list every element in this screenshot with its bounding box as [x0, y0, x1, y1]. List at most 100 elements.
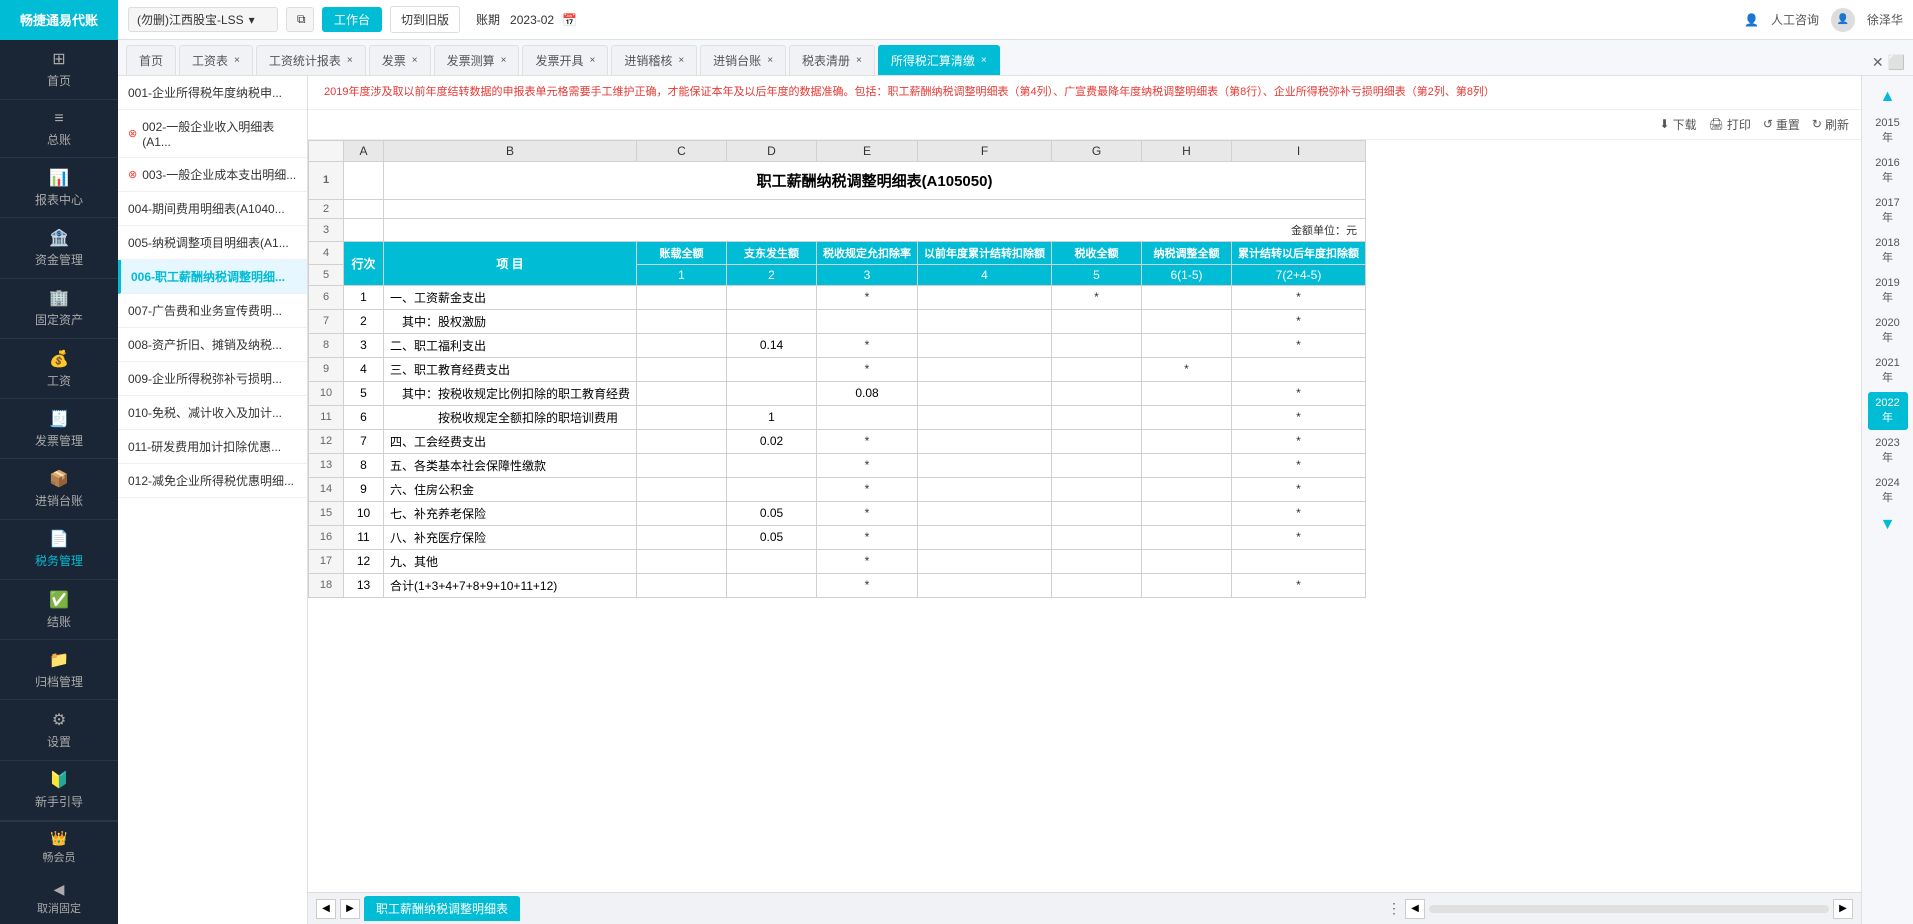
sidebar-item-fixed-assets[interactable]: 🏢 固定资产	[0, 279, 118, 339]
sidebar-item-tax-mgmt[interactable]: 📄 税务管理	[0, 520, 118, 580]
f-8[interactable]	[918, 453, 1052, 477]
sidebar-item-settle[interactable]: ✅ 结账	[0, 580, 118, 640]
year-up-arrow[interactable]: ▲	[1876, 84, 1900, 110]
sidebar-item-asset-mgmt[interactable]: 🏦 资金管理	[0, 218, 118, 278]
c-3[interactable]	[637, 333, 727, 357]
bottom-options-icon[interactable]: ⋮	[1387, 900, 1401, 917]
d-6[interactable]: 1	[727, 405, 817, 429]
bottom-nav-left[interactable]: ◀	[316, 899, 336, 919]
workspace-btn[interactable]: 工作台	[322, 7, 382, 32]
g-4[interactable]	[1052, 357, 1142, 381]
cancel-fixed-btn[interactable]: ◀ 取消固定	[0, 873, 118, 924]
f-7[interactable]	[918, 429, 1052, 453]
g-10[interactable]	[1052, 501, 1142, 525]
tab-payroll-stats-close[interactable]: ×	[347, 55, 353, 66]
company-selector[interactable]: (勿删)江西股宝-LSS ▾	[128, 7, 278, 32]
f-5[interactable]	[918, 381, 1052, 405]
left-panel-item-011[interactable]: 011-研发费用加计扣除优惠...	[118, 430, 307, 464]
left-panel-item-008[interactable]: 008-资产折旧、摊销及纳税...	[118, 328, 307, 362]
label-13[interactable]: 合计(1+3+4+7+8+9+10+11+12)	[384, 573, 637, 597]
year-2023[interactable]: 2023年	[1868, 432, 1908, 470]
sheet-scroll[interactable]: A B C D E F G H I	[308, 140, 1861, 893]
tab-purchase-ledger[interactable]: 进销台账 ×	[700, 45, 786, 75]
d-4[interactable]	[727, 357, 817, 381]
year-2024[interactable]: 2024年	[1868, 472, 1908, 510]
d-9[interactable]	[727, 477, 817, 501]
bottom-scroll-right[interactable]: ▶	[1833, 899, 1853, 919]
sidebar-item-member[interactable]: 👑 畅会员	[0, 822, 118, 873]
sidebar-item-purchase-sales[interactable]: 📦 进销台账	[0, 459, 118, 519]
year-2015[interactable]: 2015年	[1868, 112, 1908, 150]
d-7[interactable]: 0.02	[727, 429, 817, 453]
d-13[interactable]	[727, 573, 817, 597]
tab-invoice-open[interactable]: 发票开具 ×	[522, 45, 608, 75]
tab-payroll-close[interactable]: ×	[234, 55, 240, 66]
h-9[interactable]	[1142, 477, 1232, 501]
tab-purchase-verify-close[interactable]: ×	[678, 55, 684, 66]
i-4[interactable]	[1232, 357, 1366, 381]
c-5[interactable]	[637, 381, 727, 405]
h-5[interactable]	[1142, 381, 1232, 405]
g-6[interactable]	[1052, 405, 1142, 429]
tab-tax-clear[interactable]: 税表清册 ×	[789, 45, 875, 75]
f-12[interactable]	[918, 549, 1052, 573]
left-panel-item-002[interactable]: ⊗ 002-一般企业收入明细表(A1...	[118, 110, 307, 158]
sidebar-item-home[interactable]: ⊞ 首页	[0, 40, 118, 100]
d-11[interactable]: 0.05	[727, 525, 817, 549]
left-panel-item-007[interactable]: 007-广告费和业务宣传费明...	[118, 294, 307, 328]
sidebar-item-settings[interactable]: ⚙ 设置	[0, 700, 118, 760]
e-5[interactable]: 0.08	[817, 381, 918, 405]
f-11[interactable]	[918, 525, 1052, 549]
tab-home[interactable]: 首页	[126, 45, 176, 75]
label-11[interactable]: 八、补充医疗保险	[384, 525, 637, 549]
label-4[interactable]: 三、职工教育经费支出	[384, 357, 637, 381]
year-2018[interactable]: 2018年	[1868, 232, 1908, 270]
h-13[interactable]	[1142, 573, 1232, 597]
tab-payroll[interactable]: 工资表 ×	[179, 45, 253, 75]
label-1[interactable]: 一、工资薪金支出	[384, 285, 637, 309]
tab-close-all-icon[interactable]: ✕	[1872, 54, 1884, 71]
f-13[interactable]	[918, 573, 1052, 597]
bottom-tab-item[interactable]: 职工薪酬纳税调整明细表	[364, 896, 520, 921]
c-8[interactable]	[637, 453, 727, 477]
d-12[interactable]	[727, 549, 817, 573]
h-2[interactable]	[1142, 309, 1232, 333]
h-12[interactable]	[1142, 549, 1232, 573]
print-btn[interactable]: 🖨 打印	[1709, 116, 1751, 133]
f-3[interactable]	[918, 333, 1052, 357]
h-7[interactable]	[1142, 429, 1232, 453]
c-1[interactable]	[637, 285, 727, 309]
label-5[interactable]: 其中：按税收规定比例扣除的职工教育经费	[384, 381, 637, 405]
sidebar-item-new-guide[interactable]: 🔰 新手引导	[0, 761, 118, 821]
e-6[interactable]	[817, 405, 918, 429]
f-2[interactable]	[918, 309, 1052, 333]
c-13[interactable]	[637, 573, 727, 597]
g-5[interactable]	[1052, 381, 1142, 405]
left-panel-item-001[interactable]: 001-企业所得税年度纳税申...	[118, 76, 307, 110]
h-10[interactable]	[1142, 501, 1232, 525]
year-2021[interactable]: 2021年	[1868, 352, 1908, 390]
left-panel-item-003[interactable]: ⊗ 003-一般企业成本支出明细...	[118, 158, 307, 192]
bottom-nav-right[interactable]: ▶	[340, 899, 360, 919]
f-4[interactable]	[918, 357, 1052, 381]
tab-maximize-icon[interactable]: ⬜	[1888, 54, 1905, 71]
label-8[interactable]: 五、各类基本社会保障性缴款	[384, 453, 637, 477]
label-2[interactable]: 其中：股权激励	[384, 309, 637, 333]
g-9[interactable]	[1052, 477, 1142, 501]
year-down-arrow[interactable]: ▼	[1876, 512, 1900, 538]
bottom-scroll-left[interactable]: ◀	[1405, 899, 1425, 919]
c-11[interactable]	[637, 525, 727, 549]
switch-old-btn[interactable]: 切到旧版	[390, 6, 460, 33]
download-btn[interactable]: ⬇ 下载	[1660, 116, 1697, 133]
tab-invoice-open-close[interactable]: ×	[589, 55, 595, 66]
d-1[interactable]	[727, 285, 817, 309]
f-10[interactable]	[918, 501, 1052, 525]
g-11[interactable]	[1052, 525, 1142, 549]
refresh-btn[interactable]: ↻ 刷新	[1812, 116, 1849, 133]
c-2[interactable]	[637, 309, 727, 333]
h-11[interactable]	[1142, 525, 1232, 549]
tab-income-tax[interactable]: 所得税汇算清缴 ×	[878, 45, 1000, 75]
g-2[interactable]	[1052, 309, 1142, 333]
g-3[interactable]	[1052, 333, 1142, 357]
c-7[interactable]	[637, 429, 727, 453]
